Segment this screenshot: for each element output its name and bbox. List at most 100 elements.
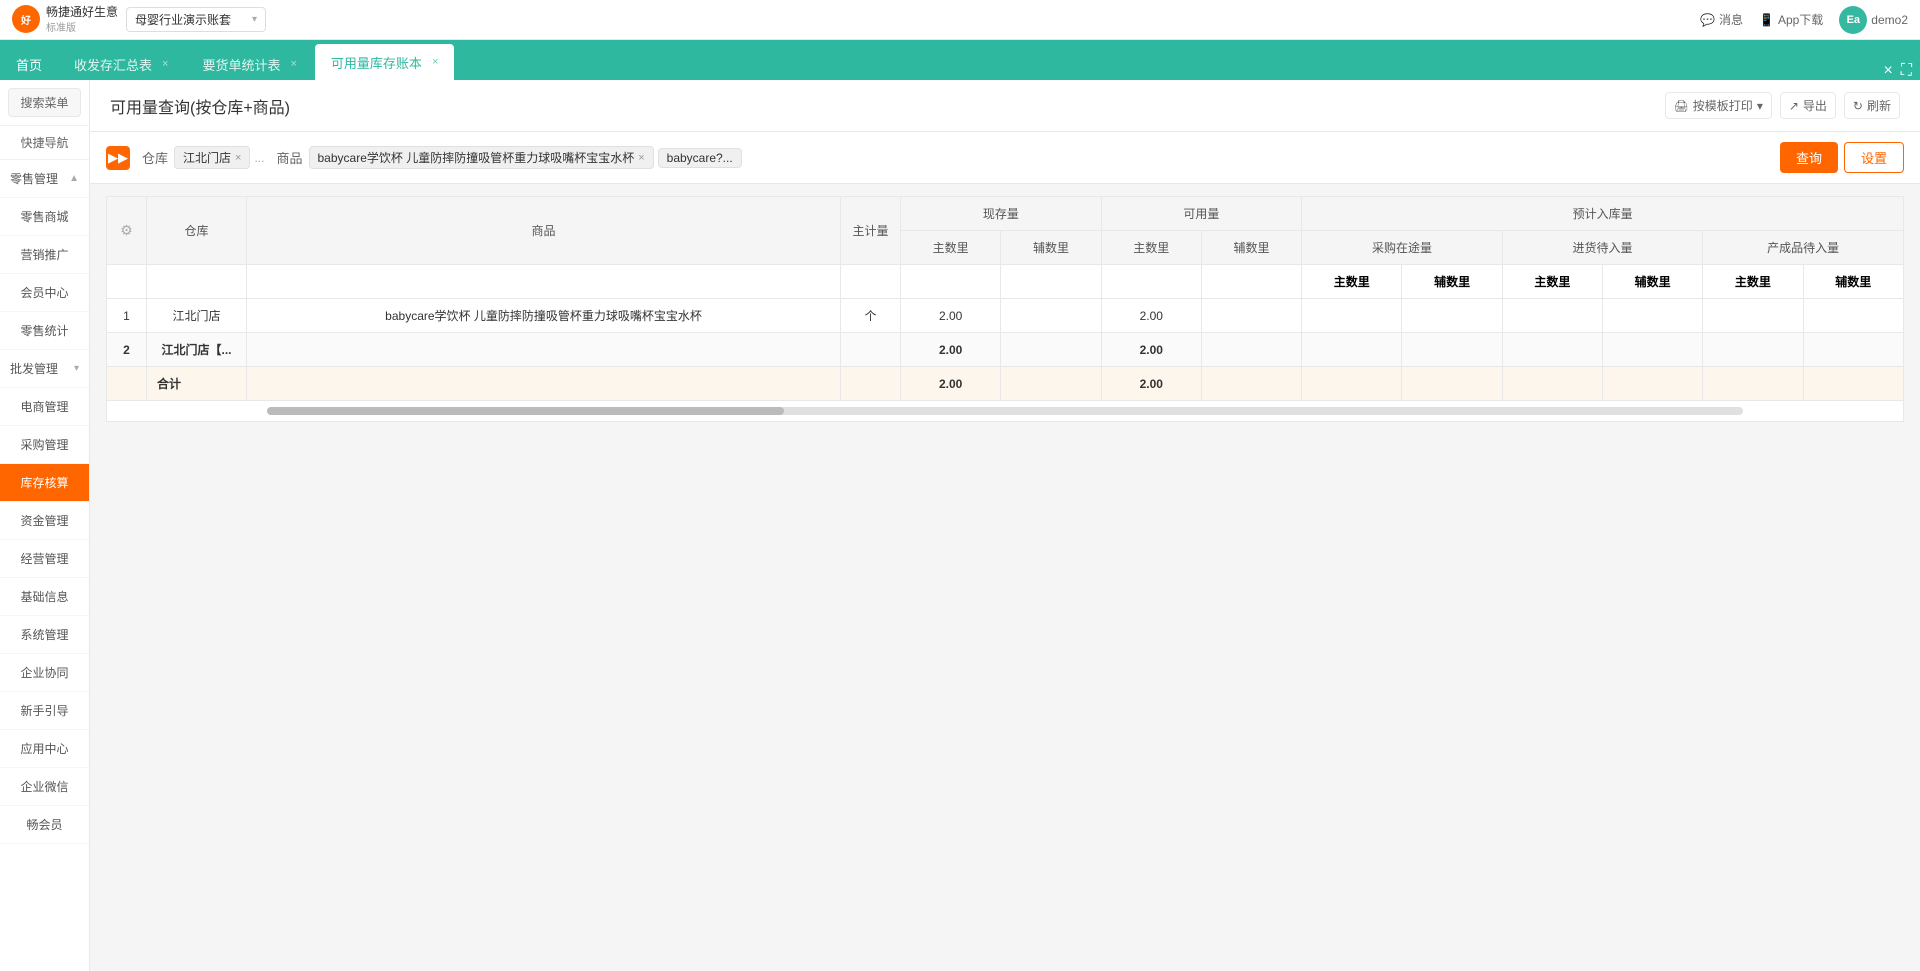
sidebar-item-label: 采购管理: [20, 436, 68, 453]
row-finished-aux: [1803, 299, 1903, 333]
sidebar-item-label: 企业微信: [20, 778, 68, 795]
summary-row: 合计 2.00 2.00: [107, 367, 1904, 401]
sidebar-item-retail-mall[interactable]: 零售商城: [0, 198, 89, 236]
tab-receive-send[interactable]: 收发存汇总表 ×: [58, 48, 184, 80]
sidebar-item-label: 营销推广: [20, 246, 68, 263]
row-pur-aux: [1402, 333, 1502, 367]
sidebar-item-enterprise-wechat[interactable]: 企业微信: [0, 768, 89, 806]
refresh-button[interactable]: ↻ 刷新: [1844, 92, 1900, 119]
sidebar-item-label: 电商管理: [20, 398, 68, 415]
industry-label: 母婴行业演示账套: [135, 11, 231, 28]
row-index: 1: [107, 299, 147, 333]
row-inbound-main: [1502, 299, 1602, 333]
summary-inbound-main: [1502, 367, 1602, 401]
row-finished-aux: [1803, 333, 1903, 367]
chevron-down-icon: ▾: [1757, 99, 1763, 113]
search-menu-button[interactable]: 搜索菜单: [8, 88, 81, 117]
logo-icon: 好: [12, 5, 40, 33]
export-button[interactable]: ↗ 导出: [1780, 92, 1836, 119]
quick-nav-button[interactable]: 快捷导航: [0, 126, 89, 160]
summary-product: [247, 367, 841, 401]
sidebar-item-member-center[interactable]: 会员中心: [0, 274, 89, 312]
table-container: ⚙ 仓库 商品 主计量 现存量 可用量 预计入库量 主数里 辅数里 主数里 辅数…: [90, 184, 1920, 434]
sidebar-item-new-guide[interactable]: 新手引导: [0, 692, 89, 730]
query-button[interactable]: 查询: [1780, 142, 1838, 173]
maximize-button[interactable]: ⛶: [1901, 62, 1912, 80]
col-stock-main-sub: [901, 265, 1001, 299]
warehouse-filter-group: 仓库 江北门店 × ...: [142, 146, 264, 169]
sidebar-item-label: 新手引导: [20, 702, 68, 719]
tab-available-stock[interactable]: 可用量库存账本 ×: [315, 44, 454, 80]
sidebar-item-enterprise-collab[interactable]: 企业协同: [0, 654, 89, 692]
user-name: demo2: [1871, 13, 1908, 27]
sidebar-item-ecom-mgmt[interactable]: 电商管理: [0, 388, 89, 426]
sidebar-item-basic-info[interactable]: 基础信息: [0, 578, 89, 616]
col-pur-aux-sub: 辅数里: [1402, 265, 1502, 299]
chevron-down-icon: ▾: [74, 363, 79, 374]
top-bar: 好 畅捷通好生意 标准版 母婴行业演示账套 ▾ 💬 消息 📱 App下载 Ea …: [0, 0, 1920, 40]
message-icon: 💬: [1700, 13, 1715, 27]
logo-text-block: 畅捷通好生意 标准版: [46, 5, 118, 34]
col-pur-main-sub: 主数里: [1302, 265, 1402, 299]
sidebar-item-sys-mgmt[interactable]: 系统管理: [0, 616, 89, 654]
tag-close-icon[interactable]: ×: [235, 152, 241, 164]
row-pur-main: [1302, 333, 1402, 367]
warehouse-tag-jingbei: 江北门店 ×: [174, 146, 250, 169]
logo-text: 畅捷通好生意: [46, 5, 118, 19]
tab-close-icon[interactable]: ×: [162, 58, 168, 70]
tag-text: babycare?...: [667, 151, 733, 165]
sidebar-item-label: 库存核算: [20, 474, 68, 491]
settings-button[interactable]: 设置: [1844, 142, 1904, 173]
filter-toggle-button[interactable]: ▶▶: [106, 146, 130, 170]
row-unit: 个: [841, 299, 901, 333]
summary-label: 合计: [147, 367, 247, 401]
sidebar-item-app-center[interactable]: 应用中心: [0, 730, 89, 768]
scroll-thumb[interactable]: [267, 407, 784, 415]
sidebar-item-label: 零售商城: [20, 208, 68, 225]
message-button[interactable]: 💬 消息: [1700, 11, 1743, 28]
user-area[interactable]: Ea demo2: [1839, 6, 1908, 34]
tab-label: 要货单统计表: [202, 55, 280, 74]
col-inbound-aux-sub: 辅数里: [1603, 265, 1703, 299]
tab-order-stats[interactable]: 要货单统计表 ×: [186, 48, 312, 80]
table-row: 1 江北门店 babycare学饮杯 儿童防摔防撞吸管杯重力球吸嘴杯宝宝水杯 个…: [107, 299, 1904, 333]
sidebar-item-ops-mgmt[interactable]: 经营管理: [0, 540, 89, 578]
tab-close-icon[interactable]: ×: [432, 56, 438, 68]
tab-bar-right: × ⛶: [1883, 62, 1920, 80]
sidebar-item-label: 畅会员: [26, 816, 62, 833]
sidebar-item-wholesale-mgmt[interactable]: 批发管理 ▾: [0, 350, 89, 388]
industry-selector[interactable]: 母婴行业演示账套 ▾: [126, 7, 266, 32]
row-avail-aux: [1201, 333, 1301, 367]
page-title: 可用量查询(按仓库+商品): [110, 94, 290, 118]
more-filters-button[interactable]: ...: [254, 151, 264, 165]
print-template-button[interactable]: 🖨 按模板打印 ▾: [1665, 92, 1772, 119]
sidebar-item-retail-stats[interactable]: 零售统计: [0, 312, 89, 350]
scroll-track[interactable]: [267, 407, 1743, 415]
settings-gear-icon[interactable]: ⚙: [120, 222, 133, 238]
sidebar-item-marketing[interactable]: 营销推广: [0, 236, 89, 274]
close-all-tabs-button[interactable]: ×: [1883, 62, 1892, 80]
sidebar-item-inventory-check[interactable]: 库存核算: [0, 464, 89, 502]
export-label: 导出: [1803, 97, 1827, 114]
sidebar-item-retail-mgmt[interactable]: 零售管理 ▲: [0, 160, 89, 198]
tag-close-icon[interactable]: ×: [638, 152, 644, 164]
tab-close-icon[interactable]: ×: [290, 58, 296, 70]
col-available-header: 可用量: [1101, 197, 1302, 231]
sidebar-item-label: 零售管理: [10, 170, 58, 187]
sidebar-item-purchase-mgmt[interactable]: 采购管理: [0, 426, 89, 464]
avatar: Ea: [1839, 6, 1867, 34]
page-header: 可用量查询(按仓库+商品) 🖨 按模板打印 ▾ ↗ 导出 ↻ 刷新: [90, 80, 1920, 132]
row-avail-main: 2.00: [1101, 333, 1201, 367]
data-table: ⚙ 仓库 商品 主计量 现存量 可用量 预计入库量 主数里 辅数里 主数里 辅数…: [106, 196, 1904, 401]
col-unit-sub: [841, 265, 901, 299]
col-forecast-header: 预计入库量: [1302, 197, 1904, 231]
sidebar-item-label: 资金管理: [20, 512, 68, 529]
tab-home[interactable]: 首页: [0, 48, 58, 80]
col-warehouse-header: 仓库: [147, 197, 247, 265]
sidebar-item-vip-member[interactable]: 畅会员: [0, 806, 89, 844]
app-download-button[interactable]: 📱 App下载: [1759, 11, 1823, 28]
summary-avail-aux: [1201, 367, 1301, 401]
scrollbar-area: [106, 401, 1904, 422]
sidebar-item-finance-mgmt[interactable]: 资金管理: [0, 502, 89, 540]
warehouse-label: 仓库: [142, 148, 168, 167]
